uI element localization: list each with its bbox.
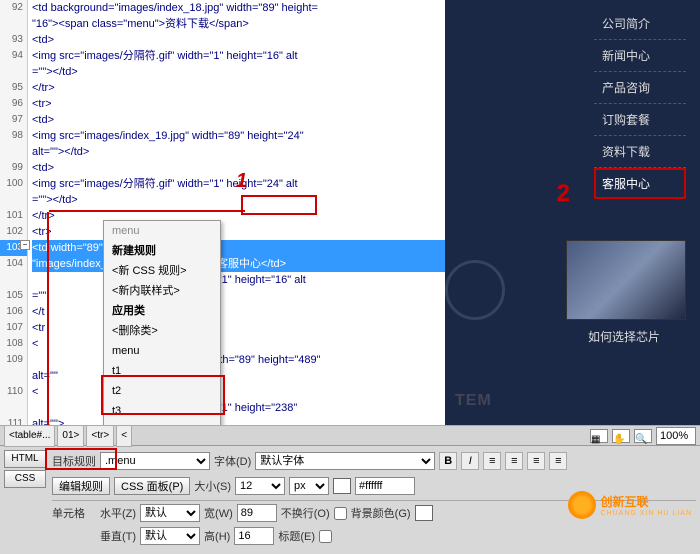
height-input[interactable]	[234, 527, 274, 545]
width-label: 宽(W)	[204, 505, 233, 521]
tag-tr[interactable]: <tr>	[86, 425, 114, 447]
target-rule-select[interactable]: .menu	[100, 452, 210, 470]
nav-news[interactable]: 新闻中心	[594, 40, 686, 72]
header-label: 标题(E)	[278, 528, 315, 544]
width-input[interactable]	[237, 504, 277, 522]
tag-selector-bar[interactable]: <table#... 01> <tr> < ▦ ✋ 🔍	[0, 425, 700, 445]
menu-new-css-rule[interactable]: <新 CSS 规则>	[104, 261, 220, 281]
horizontal-label: 水平(Z)	[100, 505, 136, 521]
tag-open[interactable]: <	[116, 425, 132, 447]
align-right-icon[interactable]: ≡	[527, 452, 545, 470]
nav-company[interactable]: 公司简介	[594, 8, 686, 40]
menu-class-t1[interactable]: t1	[104, 361, 220, 381]
nav-service[interactable]: 客服中心	[594, 168, 686, 199]
annotation-2: 2	[557, 180, 570, 208]
preview-logo: TEM	[455, 392, 492, 410]
target-rule-label: 目标规则	[52, 453, 96, 469]
align-center-icon[interactable]: ≡	[505, 452, 523, 470]
menu-header: menu	[104, 221, 220, 241]
header-checkbox[interactable]	[319, 530, 332, 543]
menu-new-inline-style[interactable]: <新内联样式>	[104, 281, 220, 301]
bold-button[interactable]: B	[439, 452, 457, 470]
zoom-input[interactable]	[656, 427, 696, 445]
italic-button[interactable]: I	[461, 452, 479, 470]
cell-label: 单元格	[52, 505, 96, 521]
vertical-label: 垂直(T)	[100, 528, 136, 544]
vertical-select[interactable]: 默认	[140, 527, 200, 545]
height-label: 高(H)	[204, 528, 230, 544]
preview-nav: 公司简介 新闻中心 产品咨询 订购套餐 资料下载 客服中心	[594, 8, 686, 199]
zoom-tool-icon[interactable]: 🔍	[634, 429, 652, 443]
size-label: 大小(S)	[194, 478, 231, 494]
bgcolor-swatch[interactable]	[415, 505, 433, 521]
preview-caption: 如何选择芯片	[588, 328, 660, 345]
align-left-icon[interactable]: ≡	[483, 452, 501, 470]
size-select[interactable]: 12	[235, 477, 285, 495]
selected-line[interactable]: <td width="89" height="16"	[32, 240, 445, 256]
menu-class-t2[interactable]: t2	[104, 381, 220, 401]
watermark-logo-icon	[568, 491, 596, 519]
menu-class-menu[interactable]: menu	[104, 341, 220, 361]
preview-image	[566, 240, 686, 320]
select-tool-icon[interactable]: ▦	[590, 429, 608, 443]
watermark: 创新互联 CHUANG XIN HU LIAN	[568, 491, 692, 519]
annotation-1: 1	[236, 170, 247, 193]
code-editor[interactable]: 92 93 94 95 96 97 98 99 100 101 102 103 …	[0, 0, 445, 425]
menu-remove-class[interactable]: <删除类>	[104, 321, 220, 341]
menu-header-apply: 应用类	[104, 301, 220, 321]
code-content[interactable]: <td background="images/index_18.jpg" wid…	[28, 0, 445, 425]
annotation-arrow	[47, 212, 49, 425]
css-panel-button[interactable]: CSS 面板(P)	[114, 477, 190, 495]
tag-table[interactable]: <table#...	[4, 425, 55, 447]
html-mode-button[interactable]: HTML	[4, 450, 46, 468]
hand-tool-icon[interactable]: ✋	[612, 429, 630, 443]
horizontal-select[interactable]: 默认	[140, 504, 200, 522]
nowrap-label: 不换行(O)	[281, 505, 330, 521]
nowrap-checkbox[interactable]	[334, 507, 347, 520]
annotation-box-1	[241, 195, 317, 215]
nav-packages[interactable]: 订购套餐	[594, 104, 686, 136]
menu-class-t4[interactable]: t4	[104, 421, 220, 425]
font-label: 字体(D)	[214, 453, 251, 469]
font-select[interactable]: 默认字体	[255, 452, 435, 470]
bgcolor-label: 背景颜色(G)	[351, 505, 411, 521]
preview-seal-icon	[445, 260, 505, 320]
color-swatch[interactable]	[333, 478, 351, 494]
menu-header-new: 新建规则	[104, 241, 220, 261]
edit-rule-button[interactable]: 编辑规则	[52, 477, 110, 495]
fold-icon[interactable]: −	[20, 240, 30, 250]
nav-products[interactable]: 产品咨询	[594, 72, 686, 104]
annotation-arrow	[49, 210, 245, 212]
tag-01[interactable]: 01>	[57, 425, 84, 447]
line-gutter: 92 93 94 95 96 97 98 99 100 101 102 103 …	[0, 0, 28, 425]
css-mode-button[interactable]: CSS	[4, 470, 46, 488]
css-rule-menu[interactable]: menu 新建规则 <新 CSS 规则> <新内联样式> 应用类 <删除类> m…	[103, 220, 221, 425]
align-justify-icon[interactable]: ≡	[549, 452, 567, 470]
live-preview[interactable]: 2 公司简介 新闻中心 产品咨询 订购套餐 资料下载 客服中心 如何选择芯片 T…	[445, 0, 700, 425]
color-input[interactable]	[355, 477, 415, 495]
menu-class-t3[interactable]: t3	[104, 401, 220, 421]
nav-downloads[interactable]: 资料下载	[594, 136, 686, 168]
size-unit-select[interactable]: px	[289, 477, 329, 495]
